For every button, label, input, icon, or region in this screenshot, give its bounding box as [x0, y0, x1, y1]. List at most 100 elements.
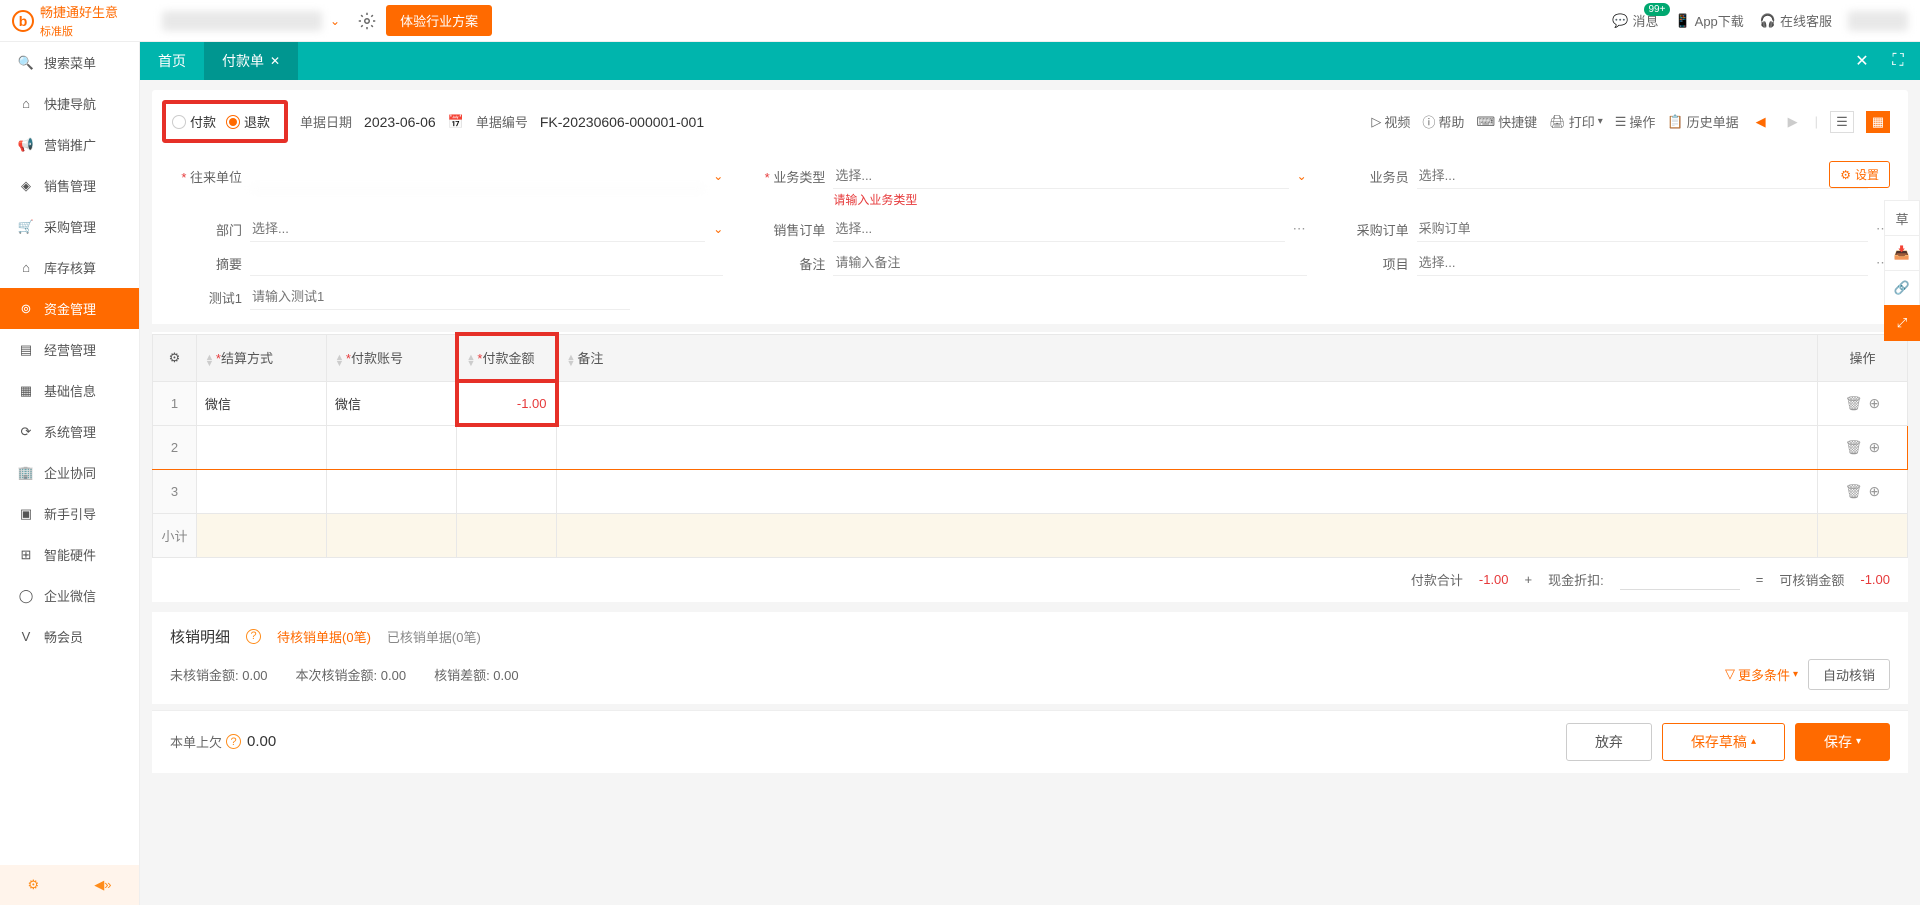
save-button[interactable]: 保存▾: [1795, 723, 1890, 761]
online-service-link[interactable]: 🎧 在线客服: [1760, 11, 1832, 30]
float-inbox-icon[interactable]: 📥: [1884, 235, 1920, 271]
sidebar-item-money[interactable]: ⊚资金管理: [0, 288, 139, 329]
table-row[interactable]: 1 微信 微信 -1.00 🗑⊕: [153, 381, 1908, 425]
dept-input[interactable]: [250, 216, 705, 242]
table-gear-header[interactable]: ⚙: [153, 334, 197, 381]
biz-type-input[interactable]: [833, 163, 1288, 189]
cell-remark[interactable]: [557, 381, 1818, 425]
sidebar-item-megaphone[interactable]: 📢营销推广: [0, 124, 139, 165]
col-method[interactable]: ▲▼*结算方式: [197, 334, 327, 381]
info-icon[interactable]: ?: [226, 734, 241, 749]
view-card-icon[interactable]: ▦: [1866, 111, 1890, 133]
sidebar-item-hardware[interactable]: ⊞智能硬件: [0, 534, 139, 575]
tab-home[interactable]: 首页: [140, 42, 204, 80]
owe-value: 0.00: [247, 733, 276, 750]
messages-link[interactable]: 💬 消息 99+: [1612, 11, 1658, 30]
test1-input[interactable]: [250, 284, 630, 310]
add-row-icon[interactable]: ⊕: [1869, 483, 1881, 499]
more-conditions-link[interactable]: ▽更多条件▾: [1725, 665, 1798, 684]
sidebar-item-warehouse[interactable]: ⌂库存核算: [0, 247, 139, 288]
tab-bar-close-icon[interactable]: ✕: [1846, 45, 1878, 77]
footer-collapse-icon[interactable]: ◀»: [94, 877, 111, 893]
subtotal-row: 小计: [153, 513, 1908, 557]
add-row-icon[interactable]: ⊕: [1869, 439, 1881, 455]
remark-input[interactable]: [833, 250, 1306, 276]
sidebar-item-search[interactable]: 🔍搜索菜单: [0, 42, 139, 83]
col-amount[interactable]: ▲▼*付款金额: [457, 334, 557, 381]
sidebar-item-enterprise[interactable]: 🏢企业协同: [0, 452, 139, 493]
operate-link[interactable]: ☰操作: [1615, 112, 1656, 131]
add-row-icon[interactable]: ⊕: [1869, 395, 1881, 411]
footer-gear-icon[interactable]: ⚙: [28, 877, 40, 893]
company-dropdown-icon[interactable]: ⌄: [330, 14, 340, 28]
sidebar-item-member[interactable]: V畅会员: [0, 616, 139, 657]
calendar-icon[interactable]: 📅: [448, 114, 464, 130]
summary-label: 摘要: [170, 254, 242, 273]
industry-plan-button[interactable]: 体验行业方案: [386, 5, 492, 36]
history-link[interactable]: 📋历史单据: [1667, 112, 1738, 131]
vendor-input[interactable]: [250, 163, 705, 189]
summary-bar: 付款合计 -1.00 + 现金折扣: = 可核销金额 -1.00: [152, 558, 1908, 602]
warehouse-icon: ⌂: [18, 260, 34, 276]
sales-order-input[interactable]: [833, 216, 1284, 242]
radio-payment[interactable]: 付款: [172, 112, 216, 131]
tab-payment[interactable]: 付款单 ✕: [204, 42, 298, 80]
verify-stats: 未核销金额: 0.00 本次核销金额: 0.00 核销差额: 0.00: [170, 665, 519, 684]
abandon-button[interactable]: 放弃: [1566, 723, 1652, 761]
print-link[interactable]: 🖨打印▾: [1549, 112, 1603, 131]
delete-row-icon[interactable]: 🗑: [1845, 395, 1863, 411]
info-icon[interactable]: ?: [246, 629, 261, 644]
purchase-order-input[interactable]: [1417, 216, 1868, 242]
sidebar-item-home[interactable]: ⌂快捷导航: [0, 83, 139, 124]
fullscreen-icon[interactable]: ⛶: [1882, 45, 1914, 77]
chevron-down-icon[interactable]: ⌄: [1297, 169, 1307, 183]
table-row[interactable]: 2 🗑⊕: [153, 425, 1908, 469]
float-expand-icon[interactable]: ⤢: [1884, 305, 1920, 341]
sales-order-label: 销售订单: [753, 220, 825, 239]
app-download-link[interactable]: 📱 App下载: [1674, 11, 1743, 30]
verify-tab-pending[interactable]: 待核销单据(0笔): [277, 627, 371, 646]
clerk-input[interactable]: [1417, 163, 1868, 189]
col-remark[interactable]: ▲▼备注: [557, 334, 1818, 381]
user-avatar-blurred[interactable]: [1848, 11, 1908, 31]
test1-label: 测试1: [170, 288, 242, 307]
sidebar-item-grid[interactable]: ▦基础信息: [0, 370, 139, 411]
chevron-down-icon[interactable]: ⌄: [713, 222, 723, 236]
shortcut-link[interactable]: ⌨快捷键: [1476, 112, 1537, 131]
sidebar-item-guide[interactable]: ▣新手引导: [0, 493, 139, 534]
radio-refund[interactable]: 退款: [226, 112, 270, 131]
prev-doc-icon[interactable]: ◀: [1751, 112, 1771, 132]
col-account[interactable]: ▲▼*付款账号: [327, 334, 457, 381]
next-doc-icon[interactable]: ▶: [1783, 112, 1803, 132]
settings-icon[interactable]: [358, 12, 376, 30]
table-row[interactable]: 3 🗑⊕: [153, 469, 1908, 513]
project-input[interactable]: [1417, 250, 1868, 276]
save-draft-button[interactable]: 保存草稿▴: [1662, 723, 1785, 761]
summary-input[interactable]: [250, 250, 723, 276]
sidebar-item-wechat[interactable]: ◯企业微信: [0, 575, 139, 616]
sidebar-item-sale[interactable]: ◈销售管理: [0, 165, 139, 206]
form-settings-button[interactable]: ⚙设置: [1829, 161, 1890, 188]
help-link[interactable]: ⓘ帮助: [1422, 112, 1464, 131]
sidebar-item-bars[interactable]: ▤经营管理: [0, 329, 139, 370]
view-list-icon[interactable]: ☰: [1830, 111, 1854, 133]
chevron-down-icon[interactable]: ⌄: [713, 169, 723, 183]
hardware-icon: ⊞: [18, 547, 34, 563]
cell-method[interactable]: 微信: [197, 381, 327, 425]
cell-amount[interactable]: -1.00: [457, 381, 557, 425]
float-draft-icon[interactable]: 草: [1884, 200, 1920, 236]
float-attach-icon[interactable]: 🔗: [1884, 270, 1920, 306]
sidebar-item-system[interactable]: ⟳系统管理: [0, 411, 139, 452]
verify-tab-done[interactable]: 已核销单据(0笔): [387, 627, 481, 646]
delete-row-icon[interactable]: 🗑: [1845, 439, 1863, 455]
sidebar-item-cart[interactable]: 🛒采购管理: [0, 206, 139, 247]
auto-verify-button[interactable]: 自动核销: [1808, 659, 1890, 690]
tab-close-icon[interactable]: ✕: [270, 54, 280, 68]
cell-account[interactable]: 微信: [327, 381, 457, 425]
delete-row-icon[interactable]: 🗑: [1845, 483, 1863, 499]
verify-title: 核销明细: [170, 626, 230, 647]
doc-date-value[interactable]: 2023-06-06: [364, 114, 436, 130]
discount-input[interactable]: [1620, 570, 1740, 590]
more-icon[interactable]: ⋯: [1293, 221, 1307, 237]
video-link[interactable]: ▷视频: [1371, 112, 1410, 131]
